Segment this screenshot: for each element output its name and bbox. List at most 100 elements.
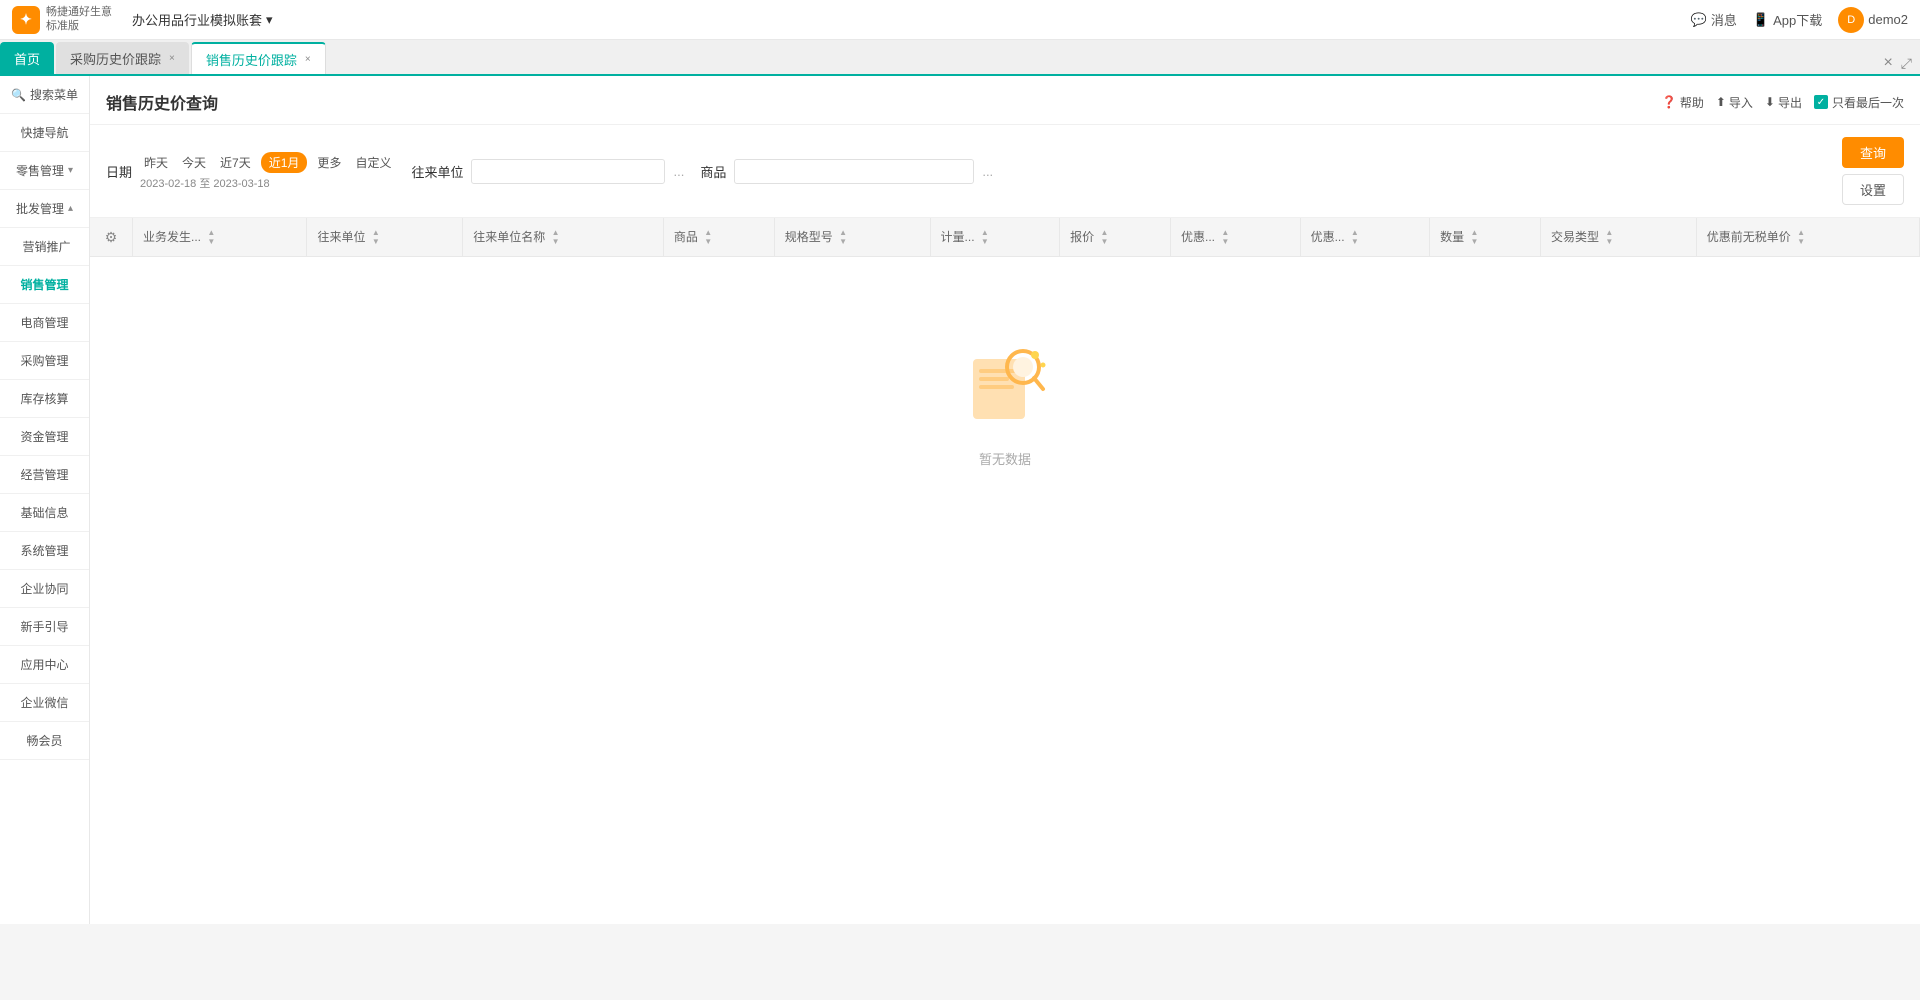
tab-sales-history-close[interactable]: × (305, 54, 311, 65)
sidebar-item-system[interactable]: 系统管理 (0, 532, 89, 570)
sidebar-item-marketing[interactable]: 营销推广 (0, 228, 89, 266)
sidebar-item-apps[interactable]: 应用中心 (0, 646, 89, 684)
date-buttons: 昨天 今天 近7天 近1月 更多 自定义 (140, 152, 395, 173)
logo-text: 畅捷通好生意 标准版 (46, 6, 112, 32)
tab-purchase-history[interactable]: 采购历史价跟踪 × (56, 42, 189, 74)
col-goods[interactable]: 商品 ▲▼ (663, 218, 774, 257)
col-gear[interactable]: ⚙ (90, 218, 133, 257)
sidebar-item-wholesale[interactable]: 批发管理 ▴ (0, 190, 89, 228)
import-icon: ⬆ (1716, 95, 1726, 109)
download-icon: 📱 (1753, 12, 1769, 28)
goods-filter-label: 商品 (700, 162, 726, 181)
tab-purchase-history-close[interactable]: × (169, 53, 175, 64)
data-table: ⚙ 业务发生... ▲▼ 往来单位 ▲▼ 往来单位名称 ▲▼ (90, 218, 1920, 257)
sidebar-item-member[interactable]: 畅会员 (0, 722, 89, 760)
date-btn-7days[interactable]: 近7天 (216, 152, 255, 173)
sidebar-item-retail[interactable]: 零售管理 ▾ (0, 152, 89, 190)
sort-arrows: ▲▼ (1605, 228, 1613, 246)
col-biz-date[interactable]: 业务发生... ▲▼ (133, 218, 307, 257)
sidebar-item-search[interactable]: 🔍 搜索菜单 (0, 76, 89, 114)
sidebar-item-ecommerce[interactable]: 电商管理 (0, 304, 89, 342)
sidebar-item-newbie[interactable]: 新手引导 (0, 608, 89, 646)
account-dropdown[interactable]: 办公用品行业模拟账套 ▾ (132, 10, 273, 29)
header-right: 💬 消息 📱 App下载 D demo2 (1691, 7, 1908, 33)
sort-arrows: ▲▼ (1100, 228, 1108, 246)
checkbox-icon: ✓ (1814, 95, 1828, 109)
search-icon: 🔍 (11, 88, 26, 102)
gear-icon[interactable]: ⚙ (100, 226, 122, 248)
partner-input[interactable] (471, 159, 665, 184)
table-container: ⚙ 业务发生... ▲▼ 往来单位 ▲▼ 往来单位名称 ▲▼ (90, 218, 1920, 548)
avatar: D (1838, 7, 1864, 33)
date-btn-custom[interactable]: 自定义 (351, 152, 395, 173)
sort-arrows: ▲▼ (207, 228, 215, 246)
sidebar-item-sales-mgmt[interactable]: 销售管理 (0, 266, 89, 304)
empty-text: 暂无数据 (979, 449, 1031, 468)
empty-state: 暂无数据 (90, 257, 1920, 548)
sidebar-item-inventory[interactable]: 库存核算 (0, 380, 89, 418)
message-icon: 💬 (1691, 12, 1707, 28)
help-icon: ❓ (1662, 95, 1677, 109)
tab-sales-history[interactable]: 销售历史价跟踪 × (191, 42, 326, 74)
export-btn[interactable]: ⬇ 导出 (1765, 94, 1802, 111)
sort-arrows: ▲▼ (1221, 228, 1229, 246)
date-btn-more[interactable]: 更多 (313, 152, 345, 173)
date-range: 2023-02-18 至 2023-03-18 (140, 175, 270, 191)
col-discount1[interactable]: 优惠... ▲▼ (1170, 218, 1300, 257)
date-filter-label: 日期 (106, 162, 132, 181)
col-partner-name[interactable]: 往来单位名称 ▲▼ (463, 218, 664, 257)
date-btn-yesterday[interactable]: 昨天 (140, 152, 172, 173)
query-button[interactable]: 查询 (1842, 137, 1904, 168)
page-actions: ❓ 帮助 ⬆ 导入 ⬇ 导出 ✓ 只看最后一次 (1662, 94, 1904, 111)
chevron-down-icon: ▾ (266, 12, 273, 28)
sidebar-item-operations[interactable]: 经营管理 (0, 456, 89, 494)
user-area[interactable]: D demo2 (1838, 7, 1908, 33)
date-btn-1month[interactable]: 近1月 (261, 152, 308, 173)
app-download-btn[interactable]: 📱 App下载 (1753, 10, 1822, 29)
import-btn[interactable]: ⬆ 导入 (1716, 94, 1753, 111)
sort-arrows: ▲▼ (839, 228, 847, 246)
header-center: 办公用品行业模拟账套 ▾ (132, 10, 1691, 29)
help-btn[interactable]: ❓ 帮助 (1662, 94, 1704, 111)
sort-arrows: ▲▼ (704, 228, 712, 246)
sidebar-item-wechat[interactable]: 企业微信 (0, 684, 89, 722)
col-pretax-price[interactable]: 优惠前无税单价 ▲▼ (1696, 218, 1919, 257)
col-unit[interactable]: 计量... ▲▼ (930, 218, 1060, 257)
sidebar-item-finance[interactable]: 资金管理 (0, 418, 89, 456)
sidebar-item-enterprise[interactable]: 企业协同 (0, 570, 89, 608)
page-header: 销售历史价查询 ❓ 帮助 ⬆ 导入 ⬇ 导出 ✓ 只看最后一次 (90, 76, 1920, 125)
col-quantity[interactable]: 数量 ▲▼ (1430, 218, 1541, 257)
close-all-btn[interactable]: × (1883, 54, 1892, 72)
col-partner-code[interactable]: 往来单位 ▲▼ (307, 218, 463, 257)
sidebar-item-purchase-mgmt[interactable]: 采购管理 (0, 342, 89, 380)
tab-home[interactable]: 首页 (0, 42, 54, 74)
sidebar-item-basic-info[interactable]: 基础信息 (0, 494, 89, 532)
col-discount2[interactable]: 优惠... ▲▼ (1300, 218, 1430, 257)
date-options: 昨天 今天 近7天 近1月 更多 自定义 2023-02-18 至 2023-0… (140, 152, 395, 191)
partner-dots-btn[interactable]: ... (673, 164, 684, 179)
sort-arrows: ▲▼ (981, 228, 989, 246)
date-btn-today[interactable]: 今天 (178, 152, 210, 173)
col-price[interactable]: 报价 ▲▼ (1060, 218, 1171, 257)
only-last-checkbox[interactable]: ✓ 只看最后一次 (1814, 94, 1904, 111)
col-trade-type[interactable]: 交易类型 ▲▼ (1541, 218, 1697, 257)
col-spec[interactable]: 规格型号 ▲▼ (774, 218, 930, 257)
fullscreen-btn[interactable]: ⤢ (1901, 55, 1912, 72)
sort-arrows: ▲▼ (1471, 228, 1479, 246)
goods-dots-btn[interactable]: ... (982, 164, 993, 179)
sidebar-item-quick-nav[interactable]: 快捷导航 (0, 114, 89, 152)
tab-bar-actions: × ⤢ (1883, 54, 1920, 74)
message-btn[interactable]: 💬 消息 (1691, 10, 1737, 29)
chevron-down-icon: ▾ (68, 165, 73, 176)
empty-icon (955, 337, 1055, 437)
goods-filter-group: 商品 ... (700, 159, 993, 184)
table-header-row: ⚙ 业务发生... ▲▼ 往来单位 ▲▼ 往来单位名称 ▲▼ (90, 218, 1920, 257)
tab-bar: 首页 采购历史价跟踪 × 销售历史价跟踪 × × ⤢ (0, 40, 1920, 76)
logo-area: ✦ 畅捷通好生意 标准版 (12, 6, 112, 34)
sidebar: 🔍 搜索菜单 快捷导航 零售管理 ▾ 批发管理 ▴ 营销推广 销售管理 电商管理… (0, 76, 90, 924)
partner-filter-label: 往来单位 (411, 162, 463, 181)
filter-actions: 查询 设置 (1842, 137, 1904, 205)
goods-input[interactable] (734, 159, 974, 184)
sort-arrows: ▲▼ (1797, 228, 1805, 246)
settings-button[interactable]: 设置 (1842, 174, 1904, 205)
